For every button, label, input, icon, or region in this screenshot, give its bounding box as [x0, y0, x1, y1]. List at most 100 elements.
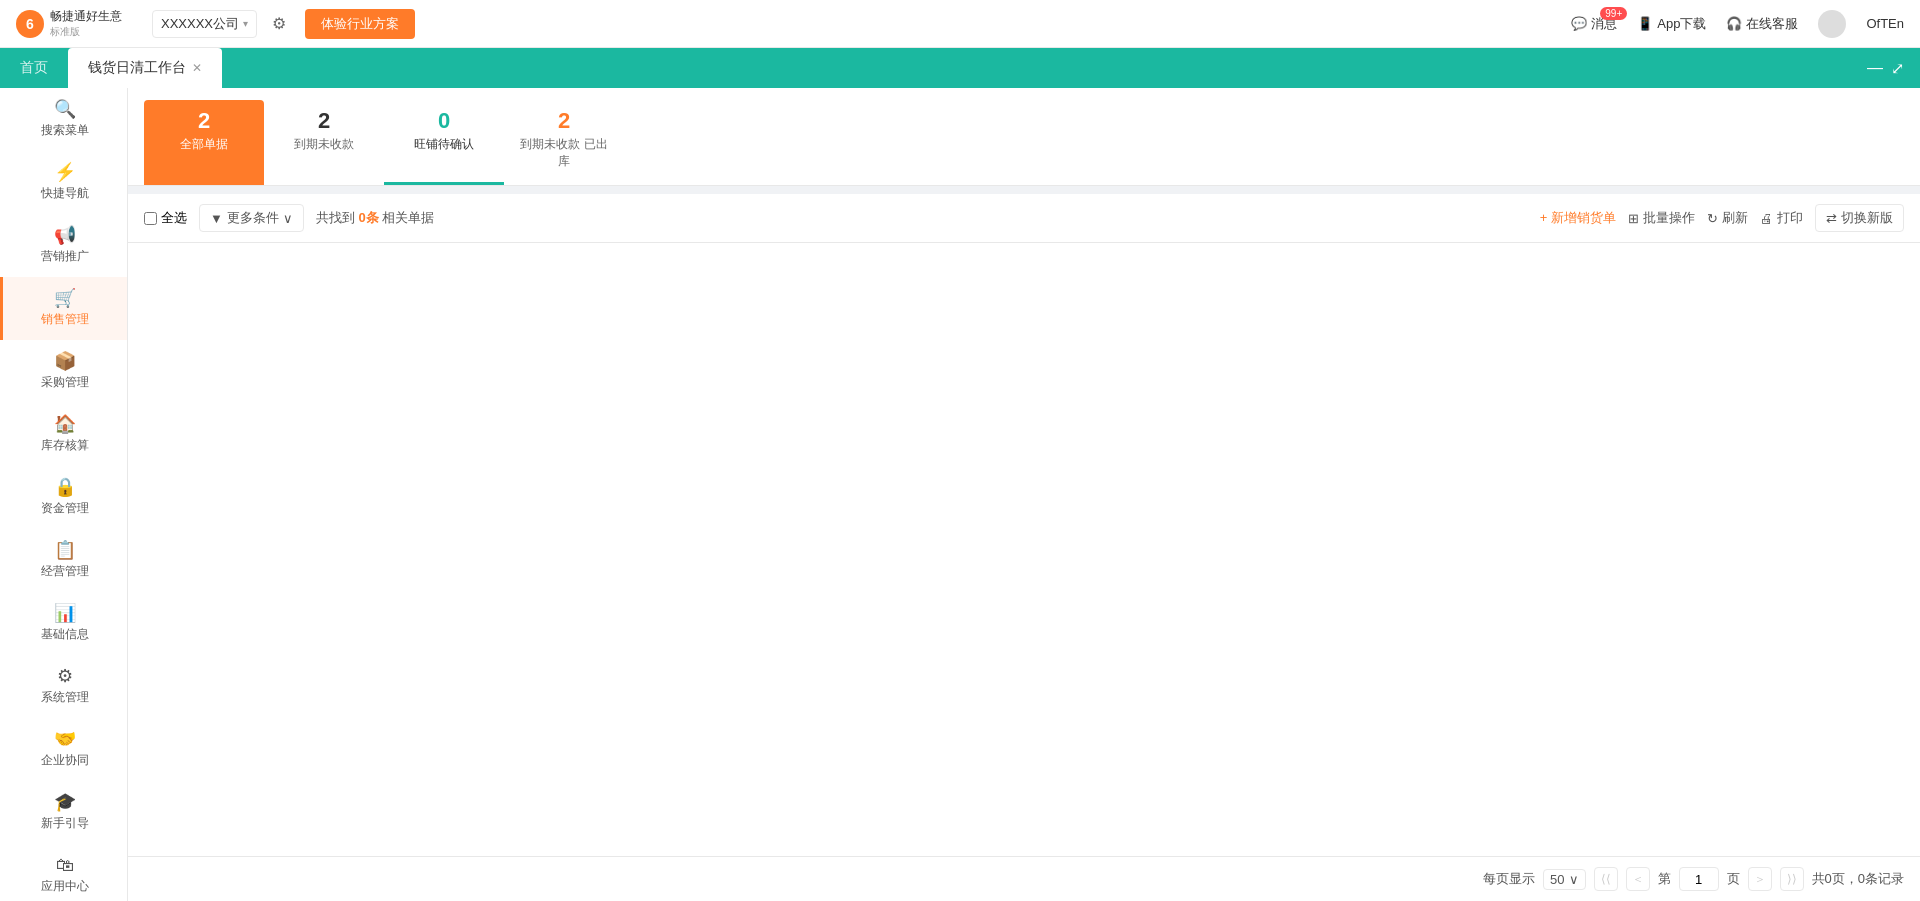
house-icon: 🏠: [54, 415, 76, 433]
switch-icon: ⇄: [1826, 211, 1837, 226]
table-area: [128, 243, 1920, 856]
batch-icon: ⊞: [1628, 211, 1639, 226]
lock-icon: 🔒: [54, 478, 76, 496]
sidebar-item-marketing[interactable]: 📢 营销推广: [0, 214, 127, 277]
top-header: 6 畅捷通好生意 标准版 XXXXXX公司 ▾ ⚙ 体验行业方案 💬 消息 99…: [0, 0, 1920, 48]
refresh-btn[interactable]: ↻ 刷新: [1707, 209, 1748, 227]
settings-icon-btn[interactable]: ⚙: [265, 10, 293, 38]
filter-btn[interactable]: ▼ 更多条件 ∨: [199, 204, 304, 232]
batch-operation-btn[interactable]: ⊞ 批量操作: [1628, 209, 1695, 227]
pagination: 每页显示 50 ∨ ⟨⟨ ＜ 第 页 ＞ ⟩⟩ 共0页，0条记录: [128, 856, 1920, 901]
sidebar-item-sales-mgmt[interactable]: 🛒 销售管理: [0, 277, 127, 340]
logo-area: 6 畅捷通好生意 标准版: [16, 9, 144, 38]
app-download-btn[interactable]: 📱 App下载: [1637, 15, 1706, 33]
sidebar-item-app-center[interactable]: 🛍 应用中心: [0, 844, 127, 901]
chevron-down-icon: ∨: [1569, 872, 1579, 887]
header-right: 💬 消息 99+ 📱 App下载 🎧 在线客服 OfTEn: [1571, 10, 1904, 38]
chevron-down-icon: ▾: [243, 18, 248, 29]
sidebar-item-label: 库存核算: [41, 437, 89, 454]
select-all-checkbox[interactable]: 全选: [144, 209, 187, 227]
print-btn[interactable]: 🖨 打印: [1760, 209, 1803, 227]
expand-icon[interactable]: ⤢: [1891, 59, 1904, 78]
sidebar-item-label: 基础信息: [41, 626, 89, 643]
message-btn[interactable]: 💬 消息 99+: [1571, 15, 1617, 33]
tab-home[interactable]: 首页: [0, 48, 68, 88]
message-badge: 99+: [1600, 7, 1627, 20]
sidebar-item-label: 企业协同: [41, 752, 89, 769]
sidebar-item-label: 快捷导航: [41, 185, 89, 202]
total-info: 共0页，0条记录: [1812, 870, 1904, 888]
stat-tab-overdue[interactable]: 2 到期未收款: [264, 100, 384, 185]
sidebar-item-label: 应用中心: [41, 878, 89, 895]
select-all-input[interactable]: [144, 212, 157, 225]
sidebar-item-system-mgmt[interactable]: ⚙ 系统管理: [0, 655, 127, 718]
sidebar-item-label: 搜索菜单: [41, 122, 89, 139]
sidebar-item-label: 销售管理: [41, 311, 89, 328]
search-icon: 🔍: [54, 100, 76, 118]
download-icon: 📱: [1637, 16, 1653, 31]
gear-icon: ⚙: [272, 14, 286, 33]
sidebar-item-label: 新手引导: [41, 815, 89, 832]
stat-tab-all[interactable]: 2 全部单据: [144, 100, 264, 185]
lightning-icon: ⚡: [54, 163, 76, 181]
avatar: [1818, 10, 1846, 38]
sidebar-item-label: 采购管理: [41, 374, 89, 391]
switch-version-btn[interactable]: ⇄ 切换新版: [1815, 204, 1904, 232]
minimize-icon[interactable]: —: [1867, 59, 1883, 77]
sidebar-item-basic-info[interactable]: 📊 基础信息: [0, 592, 127, 655]
add-sales-order-btn[interactable]: + 新增销货单: [1540, 209, 1616, 227]
last-page-btn[interactable]: ⟩⟩: [1780, 867, 1804, 891]
megaphone-icon: 📢: [54, 226, 76, 244]
chevron-down-icon: ∨: [283, 211, 293, 226]
tab-workbench[interactable]: 钱货日清工作台 ✕: [68, 48, 222, 88]
clipboard-icon: 📋: [54, 541, 76, 559]
sidebar-item-inventory[interactable]: 🏠 库存核算: [0, 403, 127, 466]
cart-icon: 🛒: [54, 289, 76, 307]
sidebar-item-label: 资金管理: [41, 500, 89, 517]
sidebar-item-funds-mgmt[interactable]: 🔒 资金管理: [0, 466, 127, 529]
sidebar-item-label: 营销推广: [41, 248, 89, 265]
found-text: 共找到 0条 相关单据: [316, 209, 434, 227]
gear-icon: ⚙: [57, 667, 73, 685]
company-selector[interactable]: XXXXXX公司 ▾: [152, 10, 257, 38]
graduation-icon: 🎓: [54, 793, 76, 811]
sidebar-item-label: 系统管理: [41, 689, 89, 706]
sidebar-item-quick-nav[interactable]: ⚡ 快捷导航: [0, 151, 127, 214]
nav-tab-expand: — ⤢: [1867, 59, 1904, 78]
sidebar-item-enterprise-collab[interactable]: 🤝 企业协同: [0, 718, 127, 781]
bag-icon: 🛍: [56, 856, 74, 874]
found-count: 0条: [359, 210, 379, 225]
filter-icon: ▼: [210, 211, 223, 226]
close-tab-icon[interactable]: ✕: [192, 61, 202, 75]
page-number-input[interactable]: [1679, 867, 1719, 891]
next-page-btn[interactable]: ＞: [1748, 867, 1772, 891]
stat-tab-wangpu[interactable]: 0 旺铺待确认: [384, 100, 504, 185]
sidebar: 🔍 搜索菜单 ⚡ 快捷导航 📢 营销推广 🛒 销售管理 📦 采购管理 🏠 库存核…: [0, 88, 128, 901]
content-area: 2 全部单据 2 到期未收款 0 旺铺待确认 2 到期未收款 已出库 全选: [128, 88, 1920, 901]
sidebar-item-purchase-mgmt[interactable]: 📦 采购管理: [0, 340, 127, 403]
print-icon: 🖨: [1760, 211, 1773, 226]
refresh-icon: ↻: [1707, 211, 1718, 226]
sidebar-item-search-menu[interactable]: 🔍 搜索菜单: [0, 88, 127, 151]
toolbar-right: + 新增销货单 ⊞ 批量操作 ↻ 刷新 🖨 打印 ⇄ 切换新版: [1540, 204, 1904, 232]
nav-tabs: 首页 钱货日清工作台 ✕ — ⤢: [0, 48, 1920, 88]
stats-tabs: 2 全部单据 2 到期未收款 0 旺铺待确认 2 到期未收款 已出库: [128, 88, 1920, 186]
page-size-select[interactable]: 50 ∨: [1543, 869, 1585, 890]
prev-page-btn[interactable]: ＜: [1626, 867, 1650, 891]
logo-icon: 6: [16, 10, 44, 38]
toolbar: 全选 ▼ 更多条件 ∨ 共找到 0条 相关单据 + 新增销货单 ⊞ 批量操作: [128, 194, 1920, 243]
logo-text: 畅捷通好生意 标准版: [50, 9, 122, 38]
stat-tab-overdue-shipped[interactable]: 2 到期未收款 已出库: [504, 100, 624, 185]
experience-btn[interactable]: 体验行业方案: [305, 9, 415, 39]
first-page-btn[interactable]: ⟨⟨: [1594, 867, 1618, 891]
sidebar-item-operations-mgmt[interactable]: 📋 经营管理: [0, 529, 127, 592]
handshake-icon: 🤝: [54, 730, 76, 748]
chart-icon: 📊: [54, 604, 76, 622]
user-name: OfTEn: [1866, 16, 1904, 31]
user-avatar[interactable]: [1818, 10, 1846, 38]
service-icon: 🎧: [1726, 16, 1742, 31]
main-layout: 🔍 搜索菜单 ⚡ 快捷导航 📢 营销推广 🛒 销售管理 📦 采购管理 🏠 库存核…: [0, 88, 1920, 901]
sidebar-item-label: 经营管理: [41, 563, 89, 580]
online-service-btn[interactable]: 🎧 在线客服: [1726, 15, 1798, 33]
sidebar-item-beginner-guide[interactable]: 🎓 新手引导: [0, 781, 127, 844]
